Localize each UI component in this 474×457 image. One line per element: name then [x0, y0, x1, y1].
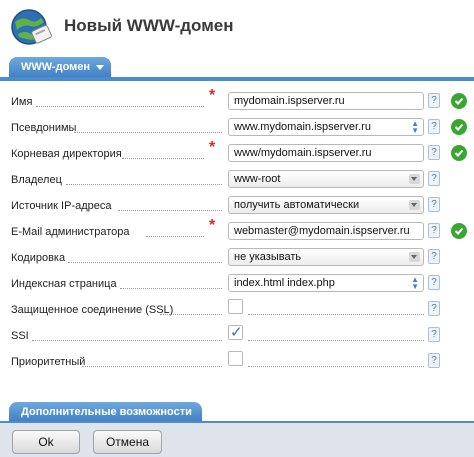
tab-underline [0, 77, 474, 81]
valid-check-icon [451, 145, 467, 161]
priority-checkbox[interactable] [228, 351, 243, 366]
ok-button[interactable]: Ok [12, 430, 80, 454]
label-index-page: Индексная страница [11, 278, 117, 290]
help-icon[interactable]: ? [428, 145, 440, 160]
cancel-button[interactable]: Отмена [93, 430, 162, 454]
dotted-leader [248, 314, 424, 315]
row-owner: Владелец www-root ? [0, 160, 474, 188]
valid-check-icon [451, 223, 467, 239]
dotted-leader [82, 366, 222, 367]
row-ip-source: Источник IP-адреса получить автоматическ… [0, 186, 474, 214]
row-ssl: Защищенное соединение (SSL) ? [0, 290, 474, 316]
label-root-directory: Корневая директория [11, 148, 122, 160]
row-aliases: Псевдонимы www.mydomain.ispserver.ru ▲ ▼ … [0, 108, 474, 136]
dotted-leader [160, 314, 222, 315]
help-icon[interactable]: ? [428, 197, 440, 212]
checkmark-icon: ✓ [230, 324, 243, 341]
row-root-directory: Корневая директория * www/mydomain.ispse… [0, 134, 474, 162]
page-header: Новый WWW-домен [0, 0, 474, 56]
dotted-leader [66, 184, 222, 185]
row-name: Имя * mydomain.ispserver.ru ? [0, 82, 474, 110]
valid-check-icon [451, 119, 467, 135]
dotted-leader [74, 132, 222, 133]
valid-check-icon [451, 93, 467, 109]
label-owner: Владелец [11, 174, 62, 186]
label-encoding: Кодировка [11, 252, 66, 264]
ssl-checkbox[interactable] [228, 299, 243, 314]
chevron-down-icon [409, 252, 420, 262]
row-index-page: Индексная страница index.html index.php … [0, 264, 474, 292]
label-priority: Приоритетный [11, 356, 86, 368]
help-icon[interactable]: ? [428, 93, 440, 108]
help-icon[interactable]: ? [428, 171, 440, 186]
tab-www-domain[interactable]: WWW-домен [9, 57, 111, 78]
required-marker: * [209, 139, 216, 156]
aliases-value: www.mydomain.ispserver.ru [234, 121, 371, 133]
dotted-leader [118, 210, 222, 211]
help-icon[interactable]: ? [428, 275, 440, 290]
help-icon[interactable]: ? [428, 119, 440, 134]
label-ssl: Защищенное соединение (SSL) [11, 304, 174, 316]
page-title: Новый WWW-домен [64, 16, 234, 35]
spinner-arrows-icon[interactable]: ▲ ▼ [411, 276, 419, 291]
globe-icon [9, 6, 55, 50]
label-ssi: SSI [11, 330, 29, 342]
label-aliases: Псевдонимы [11, 122, 77, 134]
help-icon[interactable]: ? [428, 301, 440, 316]
chevron-down-icon [409, 200, 420, 210]
label-admin-email: E-Mail администратора [11, 226, 130, 238]
chevron-down-icon [409, 174, 420, 184]
label-name: Имя [11, 96, 33, 108]
row-admin-email: E-Mail администратора * webmaster@mydoma… [0, 212, 474, 240]
help-icon[interactable]: ? [428, 327, 440, 342]
help-icon[interactable]: ? [428, 223, 440, 238]
encoding-value: не указывать [234, 251, 302, 263]
tab-label: WWW-домен [21, 61, 91, 73]
dotted-leader [248, 340, 424, 341]
form-footer: Ok Отмена [0, 421, 474, 457]
index-page-value: index.html index.php [234, 277, 335, 289]
required-marker: * [209, 217, 216, 234]
dotted-leader [122, 158, 204, 159]
row-ssi: SSI ✓ ? [0, 316, 474, 342]
dotted-leader [146, 236, 204, 237]
dotted-leader [120, 288, 222, 289]
dotted-leader [248, 366, 424, 367]
help-icon[interactable]: ? [428, 249, 440, 264]
ssi-checkbox[interactable]: ✓ [228, 324, 243, 341]
dotted-leader [68, 262, 222, 263]
row-priority: Приоритетный ? [0, 342, 474, 368]
ip-source-value: получить автоматически [234, 199, 360, 211]
owner-value: www-root [234, 173, 281, 185]
chevron-down-icon [96, 64, 105, 70]
help-icon[interactable]: ? [428, 353, 440, 368]
dotted-leader [32, 340, 222, 341]
required-marker: * [209, 87, 216, 104]
label-ip-source: Источник IP-адреса [11, 200, 112, 212]
spinner-arrows-icon[interactable]: ▲ ▼ [411, 120, 419, 135]
dotted-leader [36, 106, 204, 107]
advanced-options-label: Дополнительные возможности [21, 406, 192, 418]
row-encoding: Кодировка не указывать ? [0, 238, 474, 266]
advanced-options-toggle[interactable]: Дополнительные возможности [9, 402, 202, 435]
